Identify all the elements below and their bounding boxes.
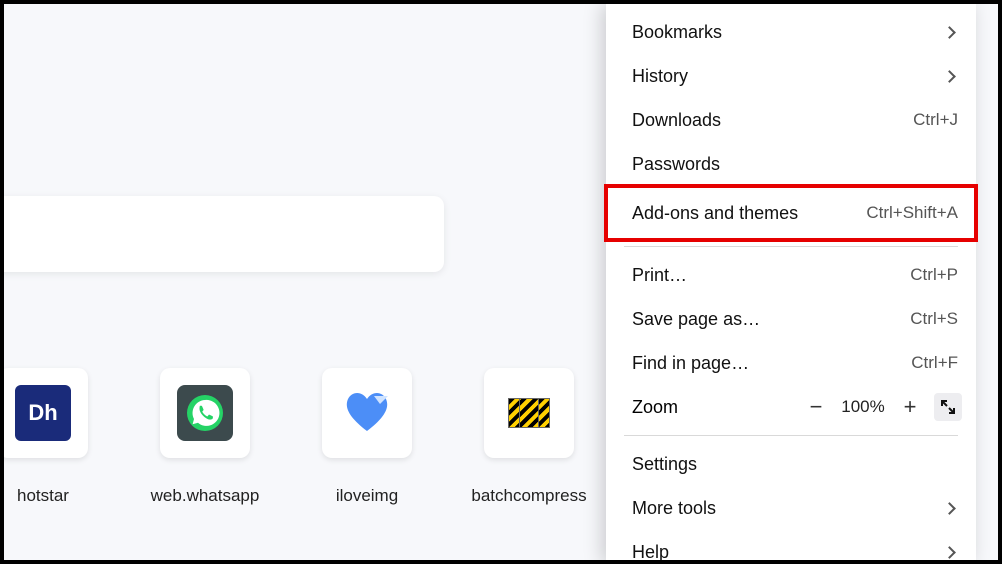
topsite-batchcompress[interactable]: batchcompress [484, 368, 574, 506]
disney-hotstar-icon: Dh [15, 385, 71, 441]
menu-separator [624, 246, 958, 247]
menu-label: Passwords [632, 154, 720, 175]
menu-separator [624, 435, 958, 436]
menu-more-tools[interactable]: More tools [606, 486, 976, 530]
topsite-label: iloveimg [336, 486, 398, 506]
menu-passwords[interactable]: Passwords [606, 142, 976, 186]
newtab-content: efox Dh hotstar [4, 4, 998, 560]
menu-save-page-as[interactable]: Save page as… Ctrl+S [606, 297, 976, 341]
menu-label: Print… [632, 265, 687, 286]
app-menu: Bookmarks History Downloads Ctrl+J Passw… [606, 4, 976, 560]
chevron-right-icon [943, 70, 956, 83]
topsite-card: Dh [4, 368, 88, 458]
menu-zoom-row: Zoom − 100% + [606, 385, 976, 429]
menu-label: Help [632, 542, 669, 561]
topsite-whatsapp[interactable]: web.whatsapp [160, 368, 250, 506]
menu-label: Settings [632, 454, 697, 475]
shortcut-label: Ctrl+F [911, 353, 958, 373]
topsite-card [484, 368, 574, 458]
shortcut-label: Ctrl+J [913, 110, 958, 130]
fullscreen-icon [940, 399, 956, 415]
menu-label: Zoom [632, 397, 678, 418]
screenshot-frame: efox Dh hotstar [0, 0, 1002, 564]
topsites-row: Dh hotstar web.whatsapp [4, 368, 574, 506]
topsite-card [322, 368, 412, 458]
menu-settings[interactable]: Settings [606, 442, 976, 486]
topsite-label: web.whatsapp [151, 486, 260, 506]
whatsapp-icon [177, 385, 233, 441]
shortcut-label: Ctrl+P [910, 265, 958, 285]
topsite-label: hotstar [17, 486, 69, 506]
chevron-right-icon [943, 502, 956, 515]
chevron-right-icon [943, 26, 956, 39]
zoom-controls: − 100% + [802, 393, 962, 421]
search-input[interactable] [4, 196, 444, 272]
menu-label: Add-ons and themes [632, 203, 798, 224]
chevron-right-icon [943, 546, 956, 559]
topsite-hotstar[interactable]: Dh hotstar [4, 368, 88, 506]
menu-addons-and-themes[interactable]: Add-ons and themes Ctrl+Shift+A [606, 186, 976, 240]
menu-help[interactable]: Help [606, 530, 976, 560]
menu-downloads[interactable]: Downloads Ctrl+J [606, 98, 976, 142]
fullscreen-button[interactable] [934, 393, 962, 421]
menu-label: History [632, 66, 688, 87]
menu-history[interactable]: History [606, 54, 976, 98]
menu-label: Find in page… [632, 353, 749, 374]
zoom-out-button[interactable]: − [802, 393, 830, 421]
menu-label: Bookmarks [632, 22, 722, 43]
menu-find-in-page[interactable]: Find in page… Ctrl+F [606, 341, 976, 385]
compress-icon [509, 398, 549, 428]
shortcut-label: Ctrl+Shift+A [866, 203, 958, 223]
shortcut-label: Ctrl+S [910, 309, 958, 329]
menu-label: More tools [632, 498, 716, 519]
menu-label: Downloads [632, 110, 721, 131]
menu-bookmarks[interactable]: Bookmarks [606, 10, 976, 54]
heart-icon [344, 390, 390, 437]
zoom-in-button[interactable]: + [896, 393, 924, 421]
topsite-iloveimg[interactable]: iloveimg [322, 368, 412, 506]
topsite-card [160, 368, 250, 458]
zoom-percent: 100% [840, 397, 886, 417]
menu-label: Save page as… [632, 309, 760, 330]
topsite-label: batchcompress [471, 486, 586, 506]
menu-print[interactable]: Print… Ctrl+P [606, 253, 976, 297]
